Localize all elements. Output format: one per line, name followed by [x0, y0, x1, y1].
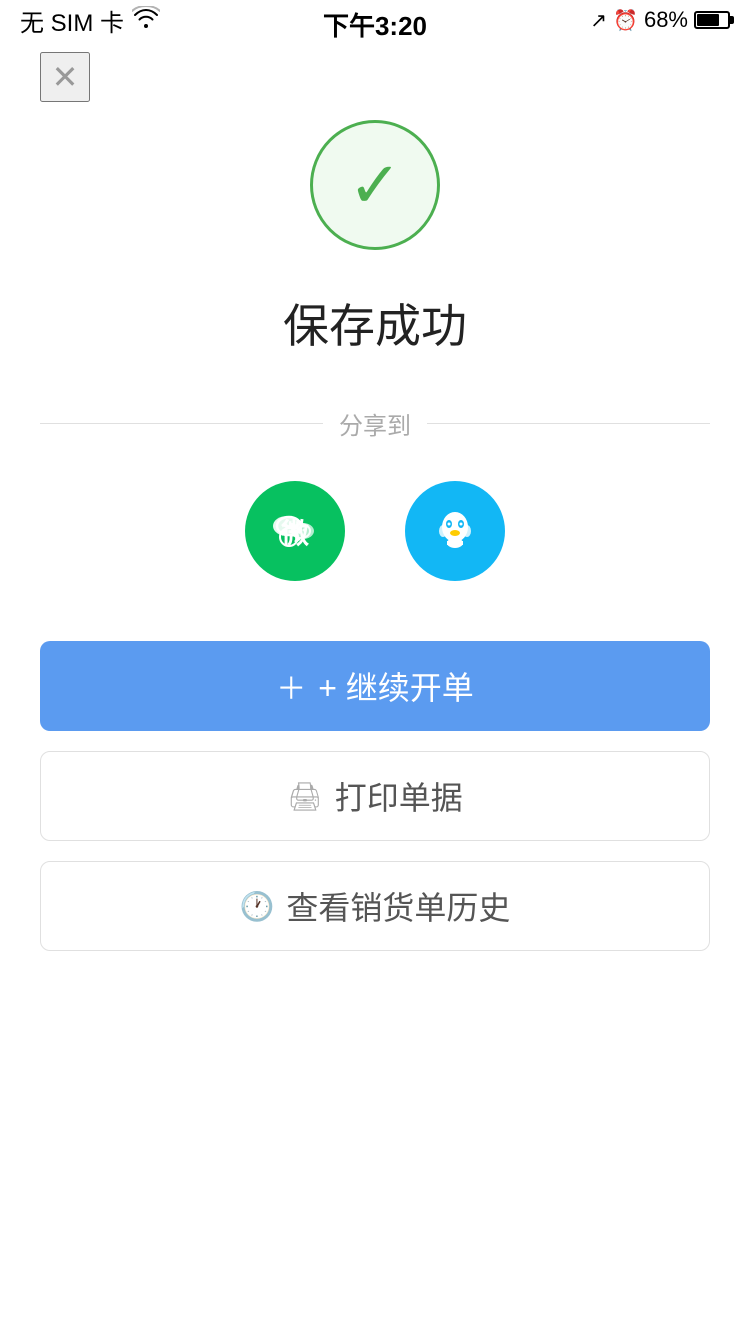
- battery-percent: 68%: [644, 7, 688, 33]
- qq-share-button[interactable]: [405, 481, 505, 581]
- share-divider: 分享到: [40, 406, 710, 441]
- print-icon: 🖨: [287, 780, 323, 813]
- wechat-share-button[interactable]: 微: [245, 481, 345, 581]
- share-label: 分享到: [339, 406, 411, 441]
- status-carrier: 无 SIM 卡: [20, 3, 160, 38]
- status-right: ↗ ⏰ 68%: [590, 7, 730, 33]
- success-circle: ✓: [310, 120, 440, 250]
- print-label: 打印单据: [335, 773, 463, 819]
- main-content: ✓ 保存成功 分享到 微: [0, 40, 750, 951]
- print-button[interactable]: 🖨 打印单据: [40, 751, 710, 841]
- divider-right: [427, 423, 710, 424]
- success-title: 保存成功: [283, 290, 467, 356]
- divider-left: [40, 423, 323, 424]
- no-sim-text: 无 SIM 卡: [20, 3, 124, 38]
- history-icon: 🕐: [240, 890, 275, 923]
- wechat-icon: 微: [267, 503, 323, 559]
- history-label: 查看销货单历史: [286, 883, 510, 929]
- checkmark-icon: ✓: [348, 153, 402, 217]
- battery-icon: [694, 11, 730, 29]
- action-buttons: ＋ + 继续开单 🖨 打印单据 🕐 查看销货单历史: [40, 641, 710, 951]
- status-bar: 无 SIM 卡 下午3:20 ↗ ⏰ 68%: [0, 0, 750, 40]
- status-time: 下午3:20: [323, 6, 427, 43]
- plus-icon: ＋: [276, 664, 306, 708]
- continue-label: + 继续开单: [318, 663, 474, 709]
- share-icons: 微: [245, 481, 505, 581]
- alarm-icon: ⏰: [613, 8, 638, 33]
- wifi-icon: [132, 6, 160, 34]
- close-icon: ✕: [52, 58, 79, 96]
- qq-icon: [427, 503, 483, 559]
- location-icon: ↗: [590, 8, 607, 33]
- history-button[interactable]: 🕐 查看销货单历史: [40, 861, 710, 951]
- close-button[interactable]: ✕: [40, 52, 90, 102]
- continue-button[interactable]: ＋ + 继续开单: [40, 641, 710, 731]
